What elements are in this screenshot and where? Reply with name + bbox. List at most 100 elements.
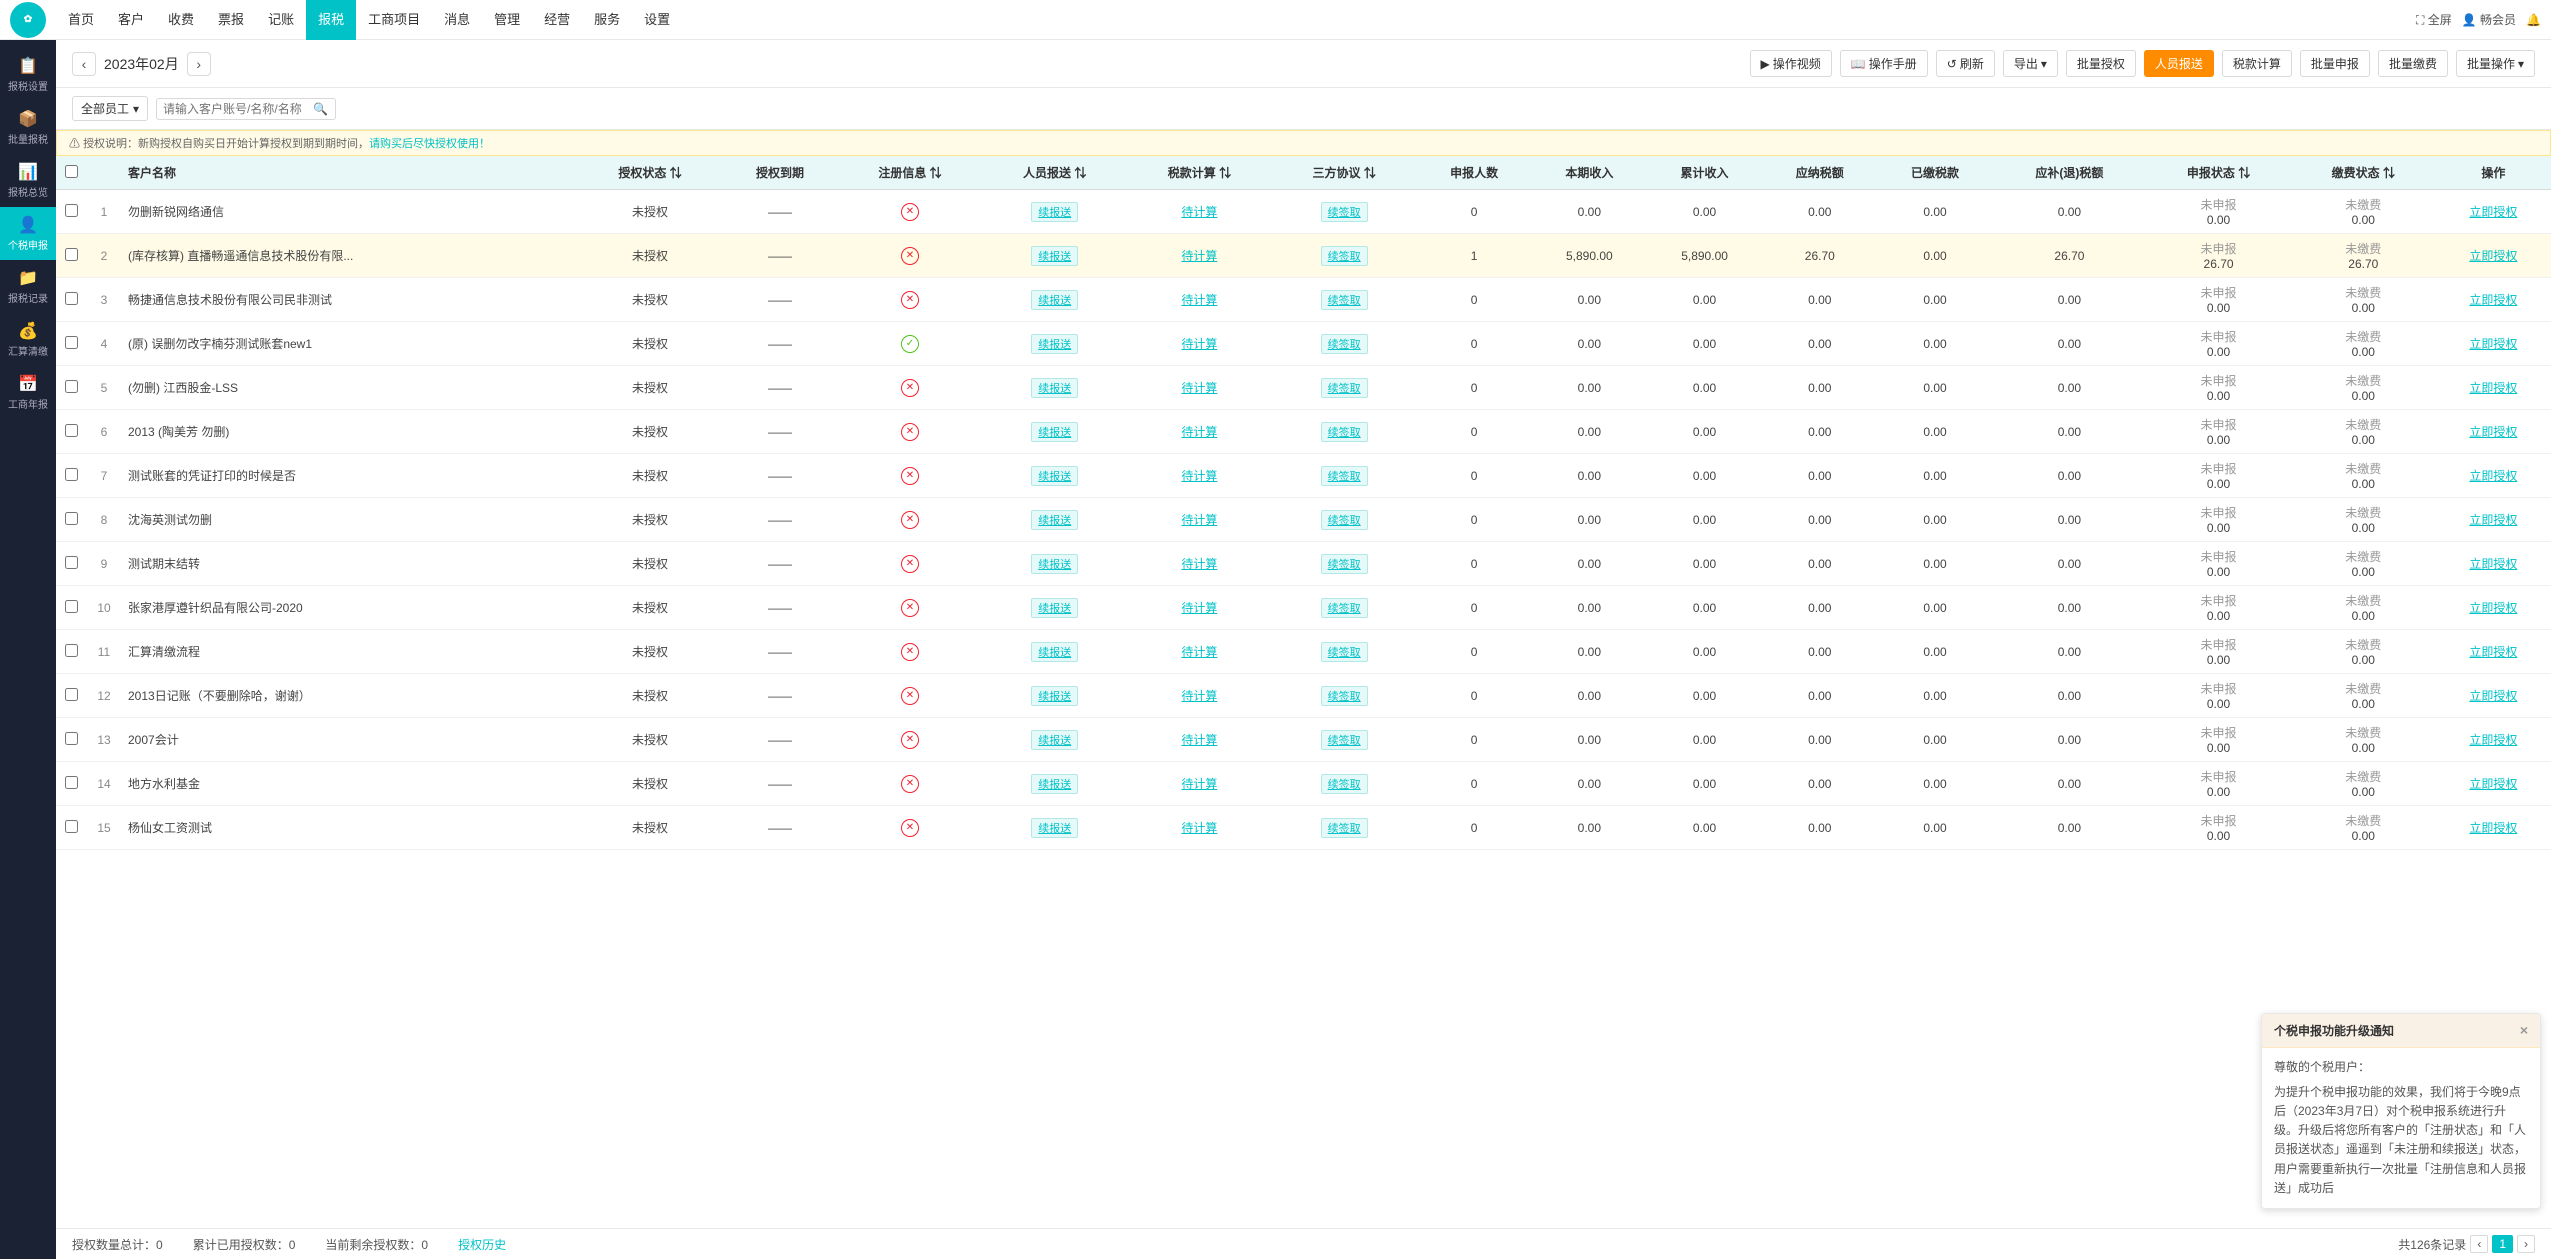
row-checkbox-8[interactable] (65, 556, 78, 569)
batch-auth-btn[interactable]: 批量授权 (2066, 50, 2136, 77)
tripartite-link[interactable]: 续签取 (1321, 774, 1368, 794)
sidebar-item-annual-settlement[interactable]: 💰 汇算清缴 (0, 313, 56, 366)
tax-calc-link[interactable]: 待计算 (1181, 601, 1217, 615)
tripartite-link[interactable]: 续签取 (1321, 510, 1368, 530)
immediate-auth-btn[interactable]: 立即授权 (2469, 689, 2517, 703)
immediate-auth-btn[interactable]: 立即授权 (2469, 337, 2517, 351)
nav-operations[interactable]: 经营 (532, 0, 582, 40)
tax-calc-link[interactable]: 待计算 (1181, 337, 1217, 351)
person-report-link[interactable]: 续报送 (1031, 378, 1078, 398)
tripartite-link[interactable]: 续签取 (1321, 378, 1368, 398)
nav-manage[interactable]: 管理 (482, 0, 532, 40)
tax-calc-btn[interactable]: 税款计算 (2222, 50, 2292, 77)
auth-tip-link[interactable]: 请购买后尽快授权使用！ (369, 138, 490, 150)
operation-manual-btn[interactable]: 📖 操作手册 (1840, 50, 1928, 77)
person-report-link[interactable]: 续报送 (1031, 290, 1078, 310)
person-report-link[interactable]: 续报送 (1031, 554, 1078, 574)
page-1-btn[interactable]: 1 (2492, 1235, 2513, 1253)
sidebar-item-tax-overview[interactable]: 📊 报税总览 (0, 154, 56, 207)
prev-page-btn[interactable]: ‹ (2470, 1235, 2488, 1253)
batch-report-btn[interactable]: 批量申报 (2300, 50, 2370, 77)
person-report-btn[interactable]: 人员报送 (2144, 50, 2214, 77)
person-report-link[interactable]: 续报送 (1031, 422, 1078, 442)
immediate-auth-btn[interactable]: 立即授权 (2469, 381, 2517, 395)
row-checkbox-7[interactable] (65, 512, 78, 525)
history-link[interactable]: 授权历史 (458, 1236, 506, 1253)
tripartite-link[interactable]: 续签取 (1321, 246, 1368, 266)
row-checkbox-13[interactable] (65, 776, 78, 789)
immediate-auth-btn[interactable]: 立即授权 (2469, 249, 2517, 263)
tax-calc-link[interactable]: 待计算 (1181, 821, 1217, 835)
person-report-link[interactable]: 续报送 (1031, 466, 1078, 486)
sort-icon-auth[interactable]: ⇅ (670, 166, 682, 180)
row-checkbox-9[interactable] (65, 600, 78, 613)
nav-home[interactable]: 首页 (56, 0, 106, 40)
person-report-link[interactable]: 续报送 (1031, 598, 1078, 618)
row-checkbox-5[interactable] (65, 424, 78, 437)
person-report-link[interactable]: 续报送 (1031, 202, 1078, 222)
tripartite-link[interactable]: 续签取 (1321, 554, 1368, 574)
prev-month-btn[interactable]: ‹ (72, 52, 96, 76)
sort-icon-person[interactable]: ⇅ (1074, 166, 1086, 180)
batch-op-btn[interactable]: 批量操作 ▾ (2456, 50, 2535, 77)
tripartite-link[interactable]: 续签取 (1321, 642, 1368, 662)
nav-accounting[interactable]: 记账 (256, 0, 306, 40)
row-checkbox-4[interactable] (65, 380, 78, 393)
tripartite-link[interactable]: 续签取 (1321, 686, 1368, 706)
nav-service[interactable]: 服务 (582, 0, 632, 40)
tax-calc-link[interactable]: 待计算 (1181, 777, 1217, 791)
immediate-auth-btn[interactable]: 立即授权 (2469, 293, 2517, 307)
immediate-auth-btn[interactable]: 立即授权 (2469, 469, 2517, 483)
tax-calc-link[interactable]: 待计算 (1181, 205, 1217, 219)
nav-settings[interactable]: 设置 (632, 0, 682, 40)
sidebar-item-annual-report[interactable]: 📅 工商年报 (0, 366, 56, 419)
tripartite-link[interactable]: 续签取 (1321, 290, 1368, 310)
employee-select[interactable]: 全部员工 ▾ (72, 96, 148, 121)
sidebar-item-tax-settings[interactable]: 📋 报税设置 (0, 48, 56, 101)
search-input[interactable] (163, 102, 313, 116)
person-report-link[interactable]: 续报送 (1031, 642, 1078, 662)
tax-calc-link[interactable]: 待计算 (1181, 689, 1217, 703)
tripartite-link[interactable]: 续签取 (1321, 598, 1368, 618)
row-checkbox-1[interactable] (65, 248, 78, 261)
tax-calc-link[interactable]: 待计算 (1181, 733, 1217, 747)
immediate-auth-btn[interactable]: 立即授权 (2469, 205, 2517, 219)
sort-icon-report[interactable]: ⇅ (2238, 166, 2250, 180)
search-icon[interactable]: 🔍 (313, 102, 328, 116)
tripartite-link[interactable]: 续签取 (1321, 730, 1368, 750)
tax-calc-link[interactable]: 待计算 (1181, 425, 1217, 439)
tax-calc-link[interactable]: 待计算 (1181, 381, 1217, 395)
immediate-auth-btn[interactable]: 立即授权 (2469, 645, 2517, 659)
batch-tax-pay-btn[interactable]: 批量缴费 (2378, 50, 2448, 77)
row-checkbox-6[interactable] (65, 468, 78, 481)
person-report-link[interactable]: 续报送 (1031, 334, 1078, 354)
tax-calc-link[interactable]: 待计算 (1181, 645, 1217, 659)
tripartite-link[interactable]: 续签取 (1321, 818, 1368, 838)
nav-tax[interactable]: 报税 (306, 0, 356, 40)
tax-calc-link[interactable]: 待计算 (1181, 557, 1217, 571)
sort-icon-tri[interactable]: ⇅ (1364, 166, 1376, 180)
person-report-link[interactable]: 续报送 (1031, 510, 1078, 530)
tripartite-link[interactable]: 续签取 (1321, 422, 1368, 442)
select-all-checkbox[interactable] (65, 165, 78, 178)
notice-close-btn[interactable]: × (2520, 1022, 2528, 1038)
next-month-btn[interactable]: › (187, 52, 211, 76)
vip-btn[interactable]: 👤 畅会员 (2462, 11, 2516, 28)
tax-calc-link[interactable]: 待计算 (1181, 469, 1217, 483)
person-report-link[interactable]: 续报送 (1031, 774, 1078, 794)
sidebar-item-batch-tax[interactable]: 📦 批量报税 (0, 101, 56, 154)
immediate-auth-btn[interactable]: 立即授权 (2469, 777, 2517, 791)
next-page-btn[interactable]: › (2517, 1235, 2535, 1253)
tax-calc-link[interactable]: 待计算 (1181, 249, 1217, 263)
tax-calc-link[interactable]: 待计算 (1181, 293, 1217, 307)
tripartite-link[interactable]: 续签取 (1321, 466, 1368, 486)
row-checkbox-10[interactable] (65, 644, 78, 657)
row-checkbox-12[interactable] (65, 732, 78, 745)
sort-icon-fee[interactable]: ⇅ (2383, 166, 2395, 180)
sidebar-item-tax-records[interactable]: 📁 报税记录 (0, 260, 56, 313)
refresh-btn[interactable]: ↺ 刷新 (1936, 50, 1995, 77)
tax-calc-link[interactable]: 待计算 (1181, 513, 1217, 527)
immediate-auth-btn[interactable]: 立即授权 (2469, 557, 2517, 571)
immediate-auth-btn[interactable]: 立即授权 (2469, 425, 2517, 439)
nav-business[interactable]: 工商项目 (356, 0, 432, 40)
